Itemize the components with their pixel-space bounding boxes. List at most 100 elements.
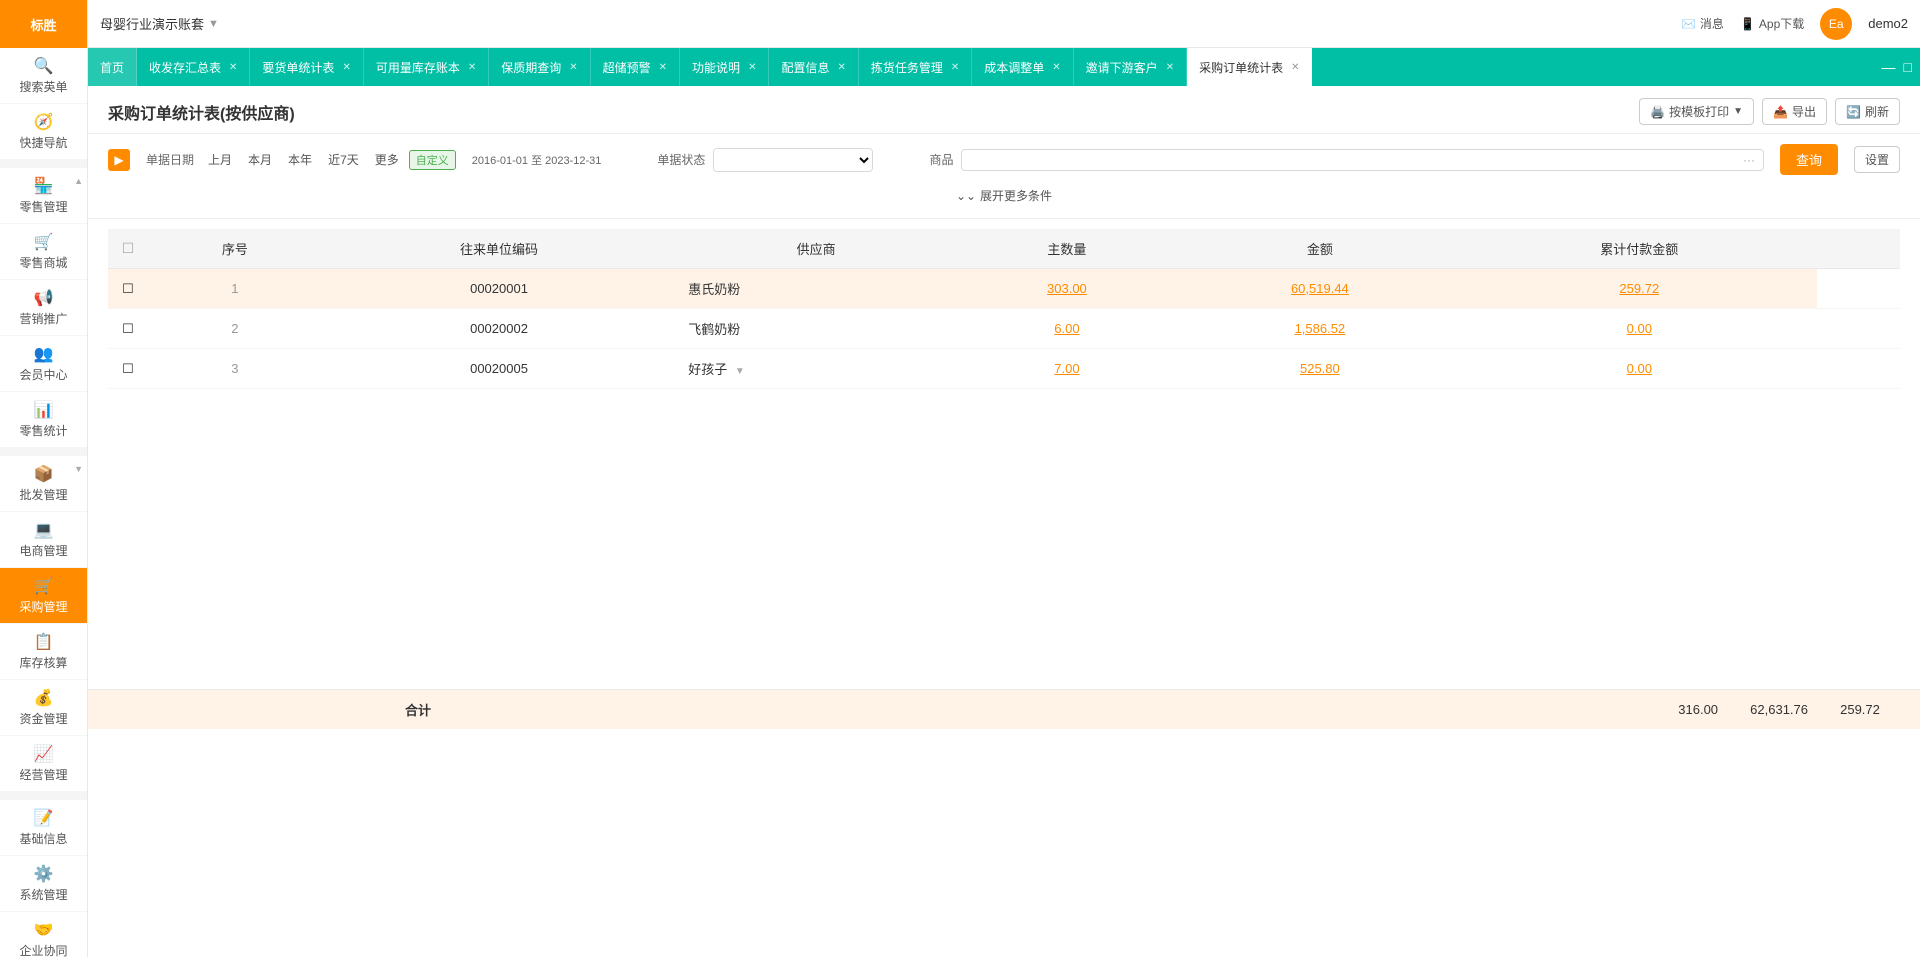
tabbar-maximize-button[interactable]: □ [1904,59,1912,75]
refresh-button[interactable]: 🔄 刷新 [1835,98,1900,125]
tab-receive-summary[interactable]: 收发存汇总表 ✕ [137,48,250,86]
tabbar-minimize-button[interactable]: — [1882,59,1896,75]
sidebar-item-retail-shop[interactable]: 🛒 零售商城 [0,224,87,280]
sidebar-item-retail[interactable]: 🏪 零售管理 ▲ [0,168,87,224]
td-amount-2: 1,586.52 [1178,309,1462,349]
topbar: 母婴行业演示账套 ▼ ✉️ 消息 📱 App下载 Ea demo2 [88,0,1920,48]
date-more-button[interactable]: 更多 [369,149,405,170]
tab-function-desc[interactable]: 功能说明 ✕ [680,48,769,86]
tab-order-summary-close[interactable]: ✕ [342,62,350,73]
user-avatar[interactable]: Ea [1820,8,1852,40]
td-paid-3: 0.00 [1462,349,1816,389]
tab-available-inventory-close[interactable]: ✕ [468,62,476,73]
tab-purchase-summary-close[interactable]: ✕ [1291,62,1299,73]
date-7days-button[interactable]: 近7天 [322,149,365,170]
refresh-icon: 🔄 [1846,105,1861,119]
action-buttons: 设置 [1854,146,1900,173]
td-checkbox-2[interactable]: ☐ [108,309,148,349]
row-checkbox-icon[interactable]: ☐ [122,321,134,336]
purchase-icon: 🛒 [34,576,54,596]
date-last-month-button[interactable]: 上月 [202,149,238,170]
marketing-icon: 📢 [34,288,54,308]
tab-function-desc-close[interactable]: ✕ [748,62,756,73]
tab-config-info-close[interactable]: ✕ [837,62,845,73]
expand-conditions-button[interactable]: ⌄⌄ 展开更多条件 [956,187,1052,204]
sidebar-item-wholesale[interactable]: 📦 批发管理 ▼ [0,456,87,512]
retail-arrow-icon: ▲ [74,176,83,186]
sidebar-item-ecommerce[interactable]: 💻 电商管理 [0,512,87,568]
sidebar-item-basic-info[interactable]: 📝 基础信息 [0,800,87,856]
select-all-checkbox-icon[interactable]: ☐ [122,240,135,256]
sidebar-item-finance[interactable]: 💰 资金管理 [0,680,87,736]
workspace-selector[interactable]: 母婴行业演示账套 ▼ [100,14,300,33]
settings-button[interactable]: 设置 [1854,146,1900,173]
goods-search-input[interactable] [970,153,1743,167]
date-this-month-button[interactable]: 本月 [242,149,278,170]
inventory-icon: 📋 [34,632,54,652]
tab-order-summary[interactable]: 要货单统计表 ✕ [250,48,363,86]
tab-warranty-query-close[interactable]: ✕ [569,62,577,73]
tab-config-info[interactable]: 配置信息 ✕ [769,48,858,86]
filter-toggle-button[interactable]: ▶ [108,149,130,171]
finance-icon: 💰 [34,688,54,708]
wholesale-arrow-icon: ▼ [74,464,83,474]
wholesale-icon: 📦 [34,464,54,484]
app-download-button[interactable]: 📱 App下载 [1740,15,1804,32]
table-row: ☐ 1 00020001 惠氏奶粉 303.00 60,519.44 259.7… [108,269,1900,309]
sidebar-item-marketing[interactable]: 📢 营销推广 [0,280,87,336]
retail-shop-icon: 🛒 [34,232,54,252]
sidebar-item-member[interactable]: 👥 会员中心 [0,336,87,392]
tab-warranty-query[interactable]: 保质期查询 ✕ [489,48,590,86]
tab-purchase-summary[interactable]: 采购订单统计表 ✕ [1187,48,1312,86]
tab-available-inventory[interactable]: 可用量库存账本 ✕ [364,48,489,86]
sidebar-item-purchase[interactable]: 🛒 采购管理 [0,568,87,624]
workspace-name: 母婴行业演示账套 [100,14,204,33]
td-amount-3: 525.80 [1178,349,1462,389]
filter-expand-row: ⌄⌄ 展开更多条件 [108,183,1900,208]
tab-invite-customer-close[interactable]: ✕ [1166,62,1174,73]
template-print-label: 按模板打印 [1669,103,1729,120]
tab-cost-adjust[interactable]: 成本调整单 ✕ [972,48,1073,86]
td-checkbox-1[interactable]: ☐ [108,269,148,309]
sidebar-divider-1 [0,160,87,168]
sidebar-item-inventory[interactable]: 📋 库存核算 [0,624,87,680]
template-print-button[interactable]: 🖨️ 按模板打印 ▼ [1639,98,1754,125]
app-download-icon: 📱 [1740,17,1755,31]
tab-order-summary-label: 要货单统计表 [262,59,334,76]
sidebar-item-search[interactable]: 🔍 搜索英单 [0,48,87,104]
tab-invite-customer[interactable]: 邀请下游客户 ✕ [1074,48,1187,86]
date-custom-tag[interactable]: 自定义 [409,150,456,170]
sidebar-item-system[interactable]: ⚙️ 系统管理 [0,856,87,912]
tab-picking-task-close[interactable]: ✕ [951,62,959,73]
th-spacer [1817,229,1900,269]
query-button[interactable]: 查询 [1780,144,1838,175]
tab-overstock-alert[interactable]: 超储预警 ✕ [591,48,680,86]
status-select[interactable] [713,148,873,172]
row-checkbox-icon[interactable]: ☐ [122,361,134,376]
date-options: 上月 本月 本年 近7天 更多 自定义 [202,149,456,170]
td-checkbox-3[interactable]: ☐ [108,349,148,389]
td-unit-code-2: 00020002 [322,309,676,349]
tab-cost-adjust-close[interactable]: ✕ [1052,62,1060,73]
export-button[interactable]: 📤 导出 [1762,98,1827,125]
sidebar-item-member-label: 会员中心 [19,366,67,383]
tab-picking-task[interactable]: 拣货任务管理 ✕ [859,48,972,86]
tab-overstock-alert-close[interactable]: ✕ [659,62,667,73]
ecommerce-icon: 💻 [34,520,54,540]
sidebar-item-operations[interactable]: 📈 经营管理 [0,736,87,792]
sidebar-item-enterprise[interactable]: 🤝 企业协同 [0,912,87,957]
tab-home[interactable]: 首页 [88,48,137,86]
sidebar-item-retail-stats[interactable]: 📊 零售统计 [0,392,87,448]
sidebar-item-nav[interactable]: 🧭 快捷导航 [0,104,87,160]
row-checkbox-icon[interactable]: ☐ [122,281,134,296]
sidebar-item-basic-info-label: 基础信息 [19,830,67,847]
goods-more-icon[interactable]: ··· [1743,153,1755,167]
td-paid-2: 0.00 [1462,309,1816,349]
app-logo: 标胜 [0,0,87,48]
sidebar-item-retail-stats-label: 零售统计 [19,422,67,439]
message-button[interactable]: ✉️ 消息 [1681,15,1724,32]
goods-filter-group: 商品 ··· [929,149,1764,171]
tab-receive-summary-close[interactable]: ✕ [229,62,237,73]
tab-picking-task-label: 拣货任务管理 [871,59,943,76]
date-this-year-button[interactable]: 本年 [282,149,318,170]
